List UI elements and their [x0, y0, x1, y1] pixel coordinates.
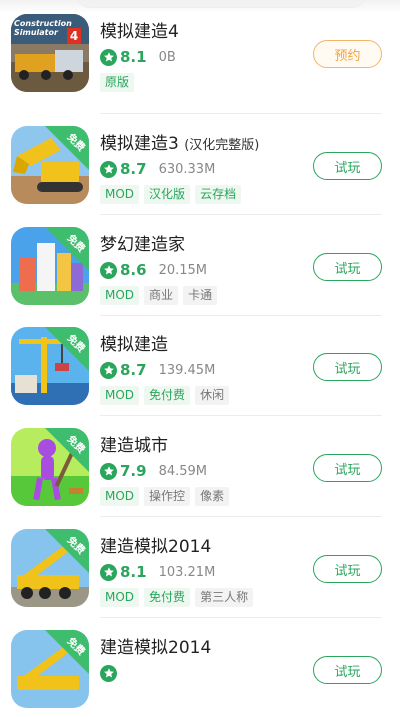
list-item[interactable]: Construction Simulator 4 模拟建造4 8.1 0B 原版…: [0, 0, 400, 101]
tag-row: MOD 免付费 休闲: [100, 386, 230, 405]
tag-row: MOD 商业 卡通: [100, 286, 218, 305]
excavator-icon: 免费: [11, 126, 89, 204]
tag: 操作控: [144, 487, 191, 506]
app-rating: 7.9: [120, 462, 147, 480]
star-icon: [100, 261, 117, 279]
app-meta: 7.9 84.59M: [100, 461, 207, 481]
list-item[interactable]: 免费 梦幻建造家 8.6 20.15M MOD 商业 卡通 试玩: [0, 213, 400, 314]
tag-row: MOD 免付费 第三人称: [100, 588, 254, 607]
free-badge: 免费: [45, 126, 89, 170]
app-size: 630.33M: [158, 161, 216, 177]
app-rating: 8.7: [120, 361, 147, 379]
app-rating: 8.7: [120, 160, 147, 178]
tag: 免付费: [144, 588, 191, 607]
mobile-crane-icon: 免费: [11, 529, 89, 607]
app-title[interactable]: 建造模拟2014: [100, 633, 211, 658]
tag: MOD: [100, 286, 140, 305]
free-badge: 免费: [45, 529, 89, 573]
try-button[interactable]: 试玩: [313, 152, 382, 180]
star-icon: [100, 160, 117, 178]
tag: 像素: [195, 487, 230, 506]
tag-row: 原版: [100, 73, 135, 92]
app-meta: 8.7 139.45M: [100, 360, 215, 380]
app-meta: 8.1 103.21M: [100, 562, 215, 582]
tag: 卡通: [183, 286, 218, 305]
tag: 汉化版: [144, 185, 191, 204]
app-title[interactable]: 建造模拟2014: [100, 532, 211, 557]
tag: 原版: [100, 73, 135, 92]
app-size: 139.45M: [158, 362, 216, 378]
free-badge: 免费: [45, 327, 89, 371]
tag: MOD: [100, 386, 140, 405]
app-size: 0B: [158, 49, 176, 65]
app-title[interactable]: 梦幻建造家: [100, 230, 185, 255]
city-builder-icon: 免费: [11, 227, 89, 305]
tag-row: MOD 操作控 像素: [100, 487, 230, 506]
list-item[interactable]: 免费 模拟建造 8.7 139.45M MOD 免付费 休闲 试玩: [0, 313, 400, 414]
app-size: 20.15M: [158, 262, 208, 278]
tag: 免付费: [144, 386, 191, 405]
app-meta: [100, 663, 117, 683]
icon-number: 4: [67, 28, 81, 44]
list-item[interactable]: 免费 建造城市 7.9 84.59M MOD 操作控 像素 试玩: [0, 414, 400, 515]
free-badge: 免费: [45, 428, 89, 472]
app-title[interactable]: 模拟建造: [100, 330, 168, 355]
tag: 第三人称: [195, 588, 254, 607]
app-title[interactable]: 模拟建造4: [100, 17, 179, 42]
tag: 商业: [144, 286, 179, 305]
tower-crane-icon: 免费: [11, 327, 89, 405]
tag: 云存档: [195, 185, 242, 204]
try-button[interactable]: 试玩: [313, 656, 382, 684]
mobile-crane-icon: 免费: [11, 630, 89, 708]
list-item[interactable]: 免费 建造模拟2014 试玩: [0, 616, 400, 717]
app-size: 84.59M: [158, 463, 208, 479]
tag: MOD: [100, 588, 140, 607]
try-button[interactable]: 试玩: [313, 253, 382, 281]
try-button[interactable]: 试玩: [313, 555, 382, 583]
free-badge: 免费: [45, 630, 89, 674]
star-icon: [100, 563, 117, 581]
icon-wordmark: Construction Simulator: [14, 19, 72, 37]
purple-character-icon: 免费: [11, 428, 89, 506]
reserve-button[interactable]: 预约: [313, 40, 382, 68]
app-rating: 8.6: [120, 261, 147, 279]
tag: MOD: [100, 487, 140, 506]
construction-simulator-4-icon: Construction Simulator 4: [11, 14, 89, 92]
star-icon: [100, 664, 117, 682]
app-size: 103.21M: [158, 564, 216, 580]
try-button[interactable]: 试玩: [313, 454, 382, 482]
app-rating: 8.1: [120, 48, 147, 66]
tag: 休闲: [195, 386, 230, 405]
tag: MOD: [100, 185, 140, 204]
star-icon: [100, 361, 117, 379]
app-title[interactable]: 模拟建造3 (汉化完整版): [100, 129, 259, 154]
app-meta: 8.6 20.15M: [100, 260, 207, 280]
list-item[interactable]: 免费 模拟建造3 (汉化完整版) 8.7 630.33M MOD 汉化版 云存档…: [0, 112, 400, 213]
star-icon: [100, 462, 117, 480]
app-meta: 8.1 0B: [100, 47, 176, 67]
star-icon: [100, 48, 117, 66]
list-item[interactable]: 免费 建造模拟2014 8.1 103.21M MOD 免付费 第三人称 试玩: [0, 515, 400, 616]
free-badge: 免费: [45, 227, 89, 271]
app-rating: 8.1: [120, 563, 147, 581]
app-title[interactable]: 建造城市: [100, 431, 168, 456]
app-meta: 8.7 630.33M: [100, 159, 215, 179]
try-button[interactable]: 试玩: [313, 353, 382, 381]
tag-row: MOD 汉化版 云存档: [100, 185, 242, 204]
